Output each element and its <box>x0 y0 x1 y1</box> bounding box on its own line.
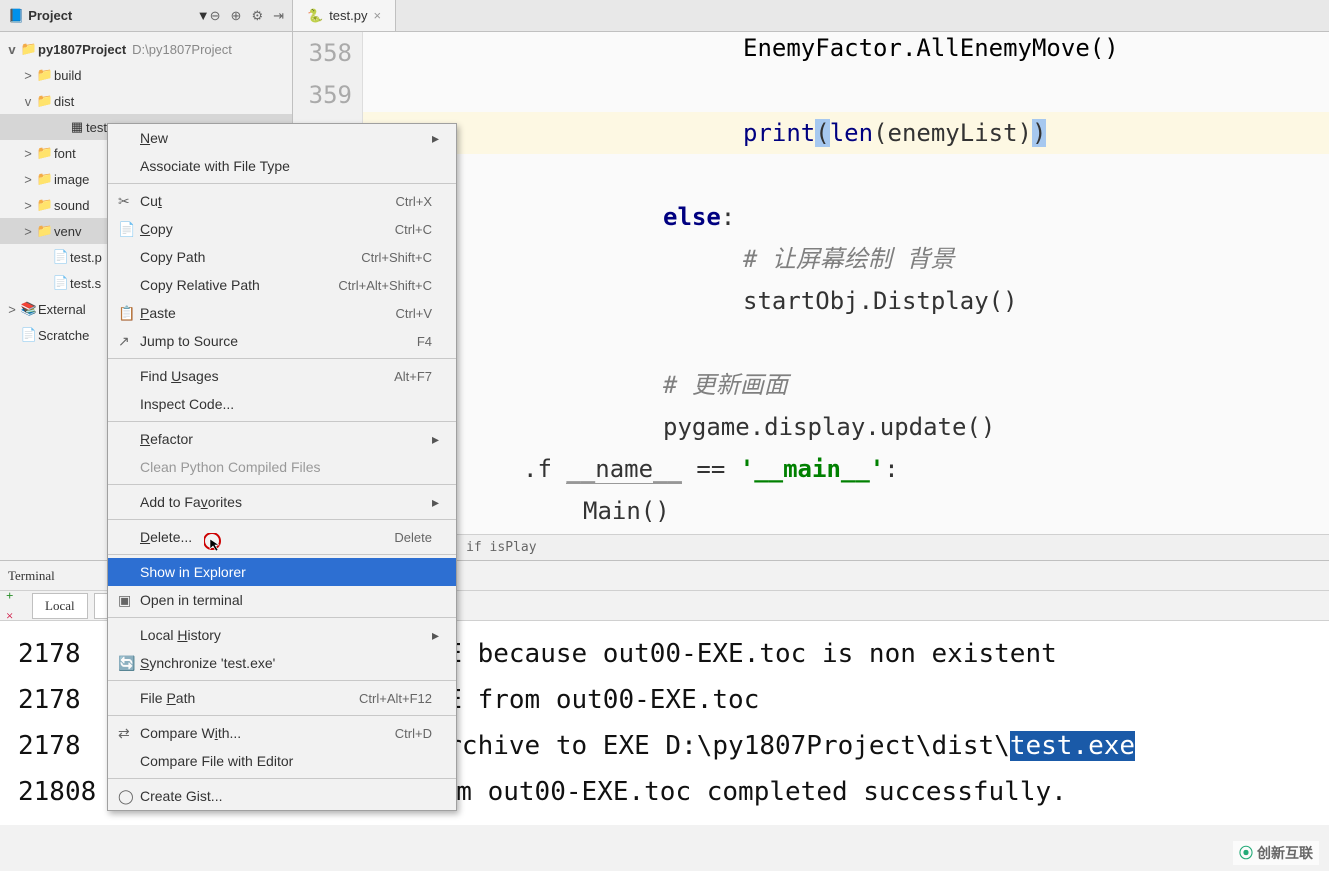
collapse-icon[interactable]: ⊖ <box>210 8 221 24</box>
file-icon: 📄 <box>52 275 70 291</box>
menu-icon: 📄 <box>118 221 140 238</box>
gear-icon[interactable]: ⚙ <box>251 8 263 24</box>
scratches-icon: 📄 <box>20 327 38 343</box>
menu-item[interactable]: Show in Explorer <box>108 558 456 586</box>
code-line: .f __name__ == '__main__': <box>523 448 899 490</box>
menu-item[interactable]: Refactor▸ <box>108 425 456 453</box>
folder-icon: 📁 <box>20 41 38 57</box>
menu-item[interactable]: Add to Favorites▸ <box>108 488 456 516</box>
context-menu[interactable]: New▸Associate with File Type✂CutCtrl+X📄C… <box>107 123 457 811</box>
plus-icon[interactable]: + <box>6 588 22 604</box>
menu-item[interactable]: 📄CopyCtrl+C <box>108 215 456 243</box>
menu-item[interactable]: ↗Jump to SourceF4 <box>108 327 456 355</box>
code-line: else: <box>663 196 735 238</box>
code-line: EnemyFactor.AllEnemyMove() <box>743 32 1119 69</box>
menu-item[interactable]: ⇄Compare With...Ctrl+D <box>108 719 456 747</box>
project-icon: 📘 <box>8 8 24 24</box>
menu-icon: ✂ <box>118 193 140 210</box>
menu-item[interactable]: Find UsagesAlt+F7 <box>108 362 456 390</box>
menu-item[interactable]: New▸ <box>108 124 456 152</box>
menu-item[interactable]: Copy PathCtrl+Shift+C <box>108 243 456 271</box>
python-file-icon: 🐍 <box>307 8 323 24</box>
library-icon: 📚 <box>20 301 38 317</box>
menu-item[interactable]: Associate with File Type <box>108 152 456 180</box>
menu-item[interactable]: File PathCtrl+Alt+F12 <box>108 684 456 712</box>
menu-item[interactable]: ◯Create Gist... <box>108 782 456 810</box>
project-label: Project <box>28 8 197 23</box>
menu-icon: 📋 <box>118 305 140 322</box>
folder-icon: 📁 <box>36 223 54 239</box>
menu-icon: ◯ <box>118 788 140 805</box>
folder-icon: 📁 <box>36 145 54 161</box>
menu-item[interactable]: 📋PasteCtrl+V <box>108 299 456 327</box>
menu-item[interactable]: ✂CutCtrl+X <box>108 187 456 215</box>
menu-item[interactable]: 🔄Synchronize 'test.exe' <box>108 649 456 677</box>
code-line: pygame.display.update() <box>663 406 995 448</box>
cursor-icon <box>204 533 224 553</box>
code-line: # 更新画面 <box>663 364 788 406</box>
menu-icon: ⇄ <box>118 725 140 742</box>
folder-icon: 📁 <box>36 93 54 109</box>
menu-item: Clean Python Compiled Files <box>108 453 456 481</box>
menu-icon: ↗ <box>118 333 140 350</box>
target-icon[interactable]: ⊕ <box>231 8 242 24</box>
tree-root[interactable]: v📁 py1807Project D:\py1807Project <box>0 36 292 62</box>
editor-tab-test[interactable]: 🐍 test.py × <box>293 0 396 31</box>
file-icon: 📄 <box>52 249 70 265</box>
menu-icon: ▣ <box>118 592 140 609</box>
folder-icon: 📁 <box>36 67 54 83</box>
editor-tabs: 🐍 test.py × <box>293 0 396 31</box>
menu-item[interactable]: ▣Open in terminal <box>108 586 456 614</box>
tab-filename: test.py <box>329 8 367 23</box>
menu-item[interactable]: Delete...Delete <box>108 523 456 551</box>
project-pane-header[interactable]: 📘 Project ▼ ⊖ ⊕ ⚙ ⇥ <box>0 0 293 31</box>
code-line: startObj.Distplay() <box>743 280 1018 322</box>
menu-item[interactable]: Copy Relative PathCtrl+Alt+Shift+C <box>108 271 456 299</box>
menu-item[interactable]: Local History▸ <box>108 621 456 649</box>
tree-item-dist[interactable]: v📁dist <box>0 88 292 114</box>
watermark: ⦿创新互联 <box>1233 841 1319 865</box>
folder-icon: 📁 <box>36 197 54 213</box>
code-line: print(len(enemyList)) <box>743 112 1046 154</box>
hide-icon[interactable]: ⇥ <box>273 8 284 24</box>
menu-item[interactable]: Inspect Code... <box>108 390 456 418</box>
close-icon[interactable]: × <box>373 8 381 23</box>
menu-item[interactable]: Compare File with Editor <box>108 747 456 775</box>
folder-icon: 📁 <box>36 171 54 187</box>
exe-icon: ▦ <box>68 119 86 135</box>
code-line: # 让屏幕绘制 背景 <box>743 238 954 280</box>
tree-item-build[interactable]: >📁build <box>0 62 292 88</box>
terminal-tab-local[interactable]: Local <box>32 593 88 619</box>
code-line: Main() <box>583 490 670 532</box>
top-bar: 📘 Project ▼ ⊖ ⊕ ⚙ ⇥ 🐍 test.py × <box>0 0 1329 32</box>
menu-icon: 🔄 <box>118 655 140 672</box>
close-icon[interactable]: × <box>6 608 22 624</box>
